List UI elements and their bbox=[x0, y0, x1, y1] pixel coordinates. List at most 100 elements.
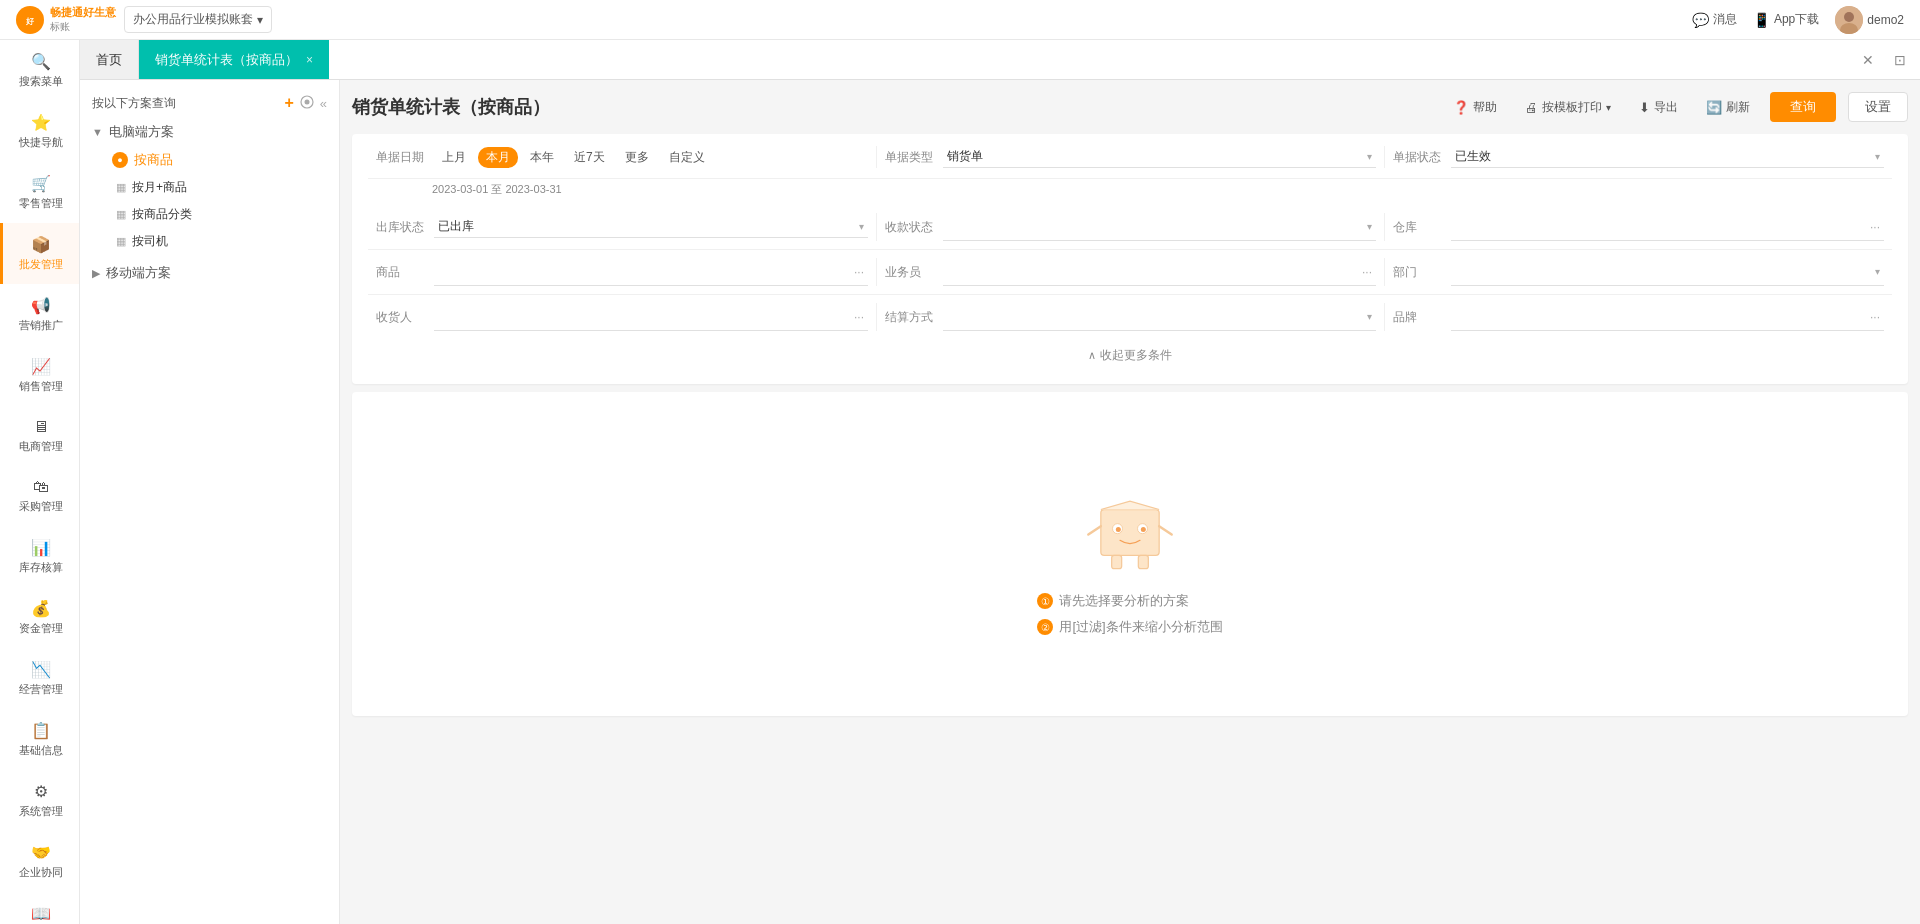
sidebar-item-quick-nav[interactable]: ⭐ 快捷导航 bbox=[0, 101, 79, 162]
sidebar-item-finance[interactable]: 💰 资金管理 bbox=[0, 587, 79, 648]
panel-header: 按以下方案查询 + « bbox=[80, 88, 339, 118]
staff-input[interactable]: ··· bbox=[943, 258, 1376, 286]
out-status-label: 出库状态 bbox=[376, 219, 428, 236]
window-maximize-button[interactable]: ⊡ bbox=[1888, 48, 1912, 72]
date-btn-this-month[interactable]: 本月 bbox=[478, 147, 518, 168]
basic-icon: 📋 bbox=[31, 721, 51, 740]
tree-item-by-driver[interactable]: ▦ 按司机 bbox=[80, 228, 339, 255]
logo-text: 畅捷通好生意 标账 bbox=[50, 5, 116, 34]
filter-brand: 品牌 ··· bbox=[1384, 303, 1892, 331]
warehouse-input[interactable]: ··· bbox=[1451, 213, 1884, 241]
app-selector[interactable]: 办公用品行业模拟账套 ▾ bbox=[124, 6, 272, 33]
doc-status-select[interactable]: 已生效 ▾ bbox=[1451, 146, 1884, 168]
page-actions: ❓ 帮助 🖨 按模板打印 ▾ ⬇ 导出 🔄 bbox=[1445, 92, 1908, 122]
svg-point-6 bbox=[304, 99, 309, 104]
add-scheme-button[interactable]: + bbox=[284, 94, 293, 112]
tab-bar-actions: ✕ ⊡ bbox=[1856, 40, 1920, 79]
query-button[interactable]: 查询 bbox=[1770, 92, 1836, 122]
sidebar-item-retail[interactable]: 🛒 零售管理 bbox=[0, 162, 79, 223]
right-section: 销货单统计表（按商品） ❓ 帮助 🖨 按模板打印 ▾ ⬇ bbox=[340, 80, 1920, 924]
warehouse-label: 仓库 bbox=[1393, 219, 1445, 236]
filter-staff: 业务员 ··· bbox=[876, 258, 1384, 286]
sub-icon-1: ▦ bbox=[116, 181, 126, 194]
export-button[interactable]: ⬇ 导出 bbox=[1631, 95, 1686, 120]
tree-item-by-goods[interactable]: ● 按商品 bbox=[80, 146, 339, 174]
date-btn-more[interactable]: 更多 bbox=[617, 147, 657, 168]
doc-type-value: 销货单 bbox=[947, 148, 983, 165]
sidebar-item-enterprise[interactable]: 🤝 企业协同 bbox=[0, 831, 79, 892]
sidebar-item-wholesale[interactable]: 📦 批发管理 bbox=[0, 223, 79, 284]
export-icon: ⬇ bbox=[1639, 100, 1650, 115]
sidebar-item-basic[interactable]: 📋 基础信息 bbox=[0, 709, 79, 770]
tree-item-by-category[interactable]: ▦ 按商品分类 bbox=[80, 201, 339, 228]
app-download-button[interactable]: 📱 App下载 bbox=[1753, 11, 1819, 28]
window-close-button[interactable]: ✕ bbox=[1856, 48, 1880, 72]
receiver-label: 收货人 bbox=[376, 309, 428, 326]
brand-label: 品牌 bbox=[1393, 309, 1445, 326]
sub-icon-3: ▦ bbox=[116, 235, 126, 248]
receiver-input[interactable]: ··· bbox=[434, 303, 868, 331]
doc-type-label: 单据类型 bbox=[885, 149, 937, 166]
filter-row-3: 商品 ··· 业务员 ··· 部门 bbox=[368, 250, 1892, 295]
dept-select[interactable]: ▾ bbox=[1451, 258, 1884, 286]
brand-input[interactable]: ··· bbox=[1451, 303, 1884, 331]
tree-group-desktop[interactable]: ▼ 电脑端方案 bbox=[80, 118, 339, 146]
sidebar-item-marketing[interactable]: 📢 营销推广 bbox=[0, 284, 79, 345]
filter-row-4: 收货人 ··· 结算方式 ▾ 品牌 bbox=[368, 295, 1892, 339]
wholesale-icon: 📦 bbox=[31, 235, 51, 254]
date-btn-this-year[interactable]: 本年 bbox=[522, 147, 562, 168]
sidebar-item-purchase[interactable]: 🛍 采购管理 bbox=[0, 466, 79, 526]
page-title: 销货单统计表（按商品） bbox=[352, 95, 550, 119]
marketing-icon: 📢 bbox=[31, 296, 51, 315]
download-icon: 📱 bbox=[1753, 12, 1770, 28]
user-avatar-area[interactable]: demo2 bbox=[1835, 6, 1904, 34]
doc-type-select[interactable]: 销货单 ▾ bbox=[943, 146, 1376, 168]
out-status-chevron-icon: ▾ bbox=[859, 221, 864, 232]
chevron-down-icon: ▼ bbox=[92, 126, 103, 138]
date-btn-7days[interactable]: 近7天 bbox=[566, 147, 613, 168]
tree-item-by-month-goods[interactable]: ▦ 按月+商品 bbox=[80, 174, 339, 201]
date-btn-custom[interactable]: 自定义 bbox=[661, 147, 713, 168]
tab-close-button[interactable]: × bbox=[306, 53, 313, 67]
staff-dots: ··· bbox=[1362, 265, 1372, 279]
setting-button[interactable]: 设置 bbox=[1848, 92, 1908, 122]
message-button[interactable]: 💬 消息 bbox=[1692, 11, 1737, 28]
filter-row-1: 单据日期 上月 本月 本年 近7天 更多 自定义 bbox=[368, 146, 1892, 179]
date-btn-last-month[interactable]: 上月 bbox=[434, 147, 474, 168]
top-bar-left: 好 畅捷通好生意 标账 办公用品行业模拟账套 ▾ bbox=[16, 5, 272, 34]
collect-status-select[interactable]: ▾ bbox=[943, 213, 1376, 241]
svg-point-10 bbox=[1116, 527, 1121, 532]
chevron-right-icon: ▶ bbox=[92, 267, 100, 280]
sidebar-item-ecommerce[interactable]: 🖥 电商管理 bbox=[0, 406, 79, 466]
goods-input[interactable]: ··· bbox=[434, 258, 868, 286]
tree-group-mobile[interactable]: ▶ 移动端方案 bbox=[80, 259, 339, 287]
main-area: 按以下方案查询 + « ▼ bbox=[80, 80, 1920, 924]
collapse-panel-button[interactable]: « bbox=[320, 96, 327, 111]
sidebar-item-operations[interactable]: 📉 经营管理 bbox=[0, 648, 79, 709]
out-status-select[interactable]: 已出库 ▾ bbox=[434, 216, 868, 238]
sidebar-item-guide[interactable]: 📖 新手引导 bbox=[0, 892, 79, 924]
panel-header-left: 按以下方案查询 bbox=[92, 95, 176, 112]
sidebar-item-search[interactable]: 🔍 搜索菜单 bbox=[0, 40, 79, 101]
filter-collect-status: 收款状态 ▾ bbox=[876, 213, 1384, 241]
tab-home[interactable]: 首页 bbox=[80, 40, 139, 79]
sidebar: 🔍 搜索菜单 ⭐ 快捷导航 🛒 零售管理 📦 批发管理 📢 营销推广 📈 销售管… bbox=[0, 40, 80, 924]
out-status-value: 已出库 bbox=[438, 218, 474, 235]
svg-point-11 bbox=[1141, 527, 1146, 532]
refresh-button[interactable]: 🔄 刷新 bbox=[1698, 95, 1758, 120]
sidebar-item-system[interactable]: ⚙ 系统管理 bbox=[0, 770, 79, 831]
hint-num-1: ① bbox=[1037, 593, 1053, 609]
help-button[interactable]: ❓ 帮助 bbox=[1445, 95, 1505, 120]
payment-select[interactable]: ▾ bbox=[943, 303, 1376, 331]
svg-point-3 bbox=[1844, 12, 1854, 22]
sidebar-item-sales[interactable]: 📈 销售管理 bbox=[0, 345, 79, 406]
sidebar-item-inventory[interactable]: 📊 库存核算 bbox=[0, 526, 79, 587]
collapse-button[interactable]: ∧ 收起更多条件 bbox=[368, 339, 1892, 372]
main-layout: 🔍 搜索菜单 ⭐ 快捷导航 🛒 零售管理 📦 批发管理 📢 营销推广 📈 销售管… bbox=[0, 40, 1920, 924]
print-button[interactable]: 🖨 按模板打印 ▾ bbox=[1517, 95, 1619, 120]
edit-scheme-button[interactable] bbox=[300, 95, 314, 112]
doc-status-chevron-icon: ▾ bbox=[1875, 151, 1880, 162]
payment-chevron-icon: ▾ bbox=[1367, 311, 1372, 322]
tab-active[interactable]: 销货单统计表（按商品） × bbox=[139, 40, 329, 79]
filter-receiver: 收货人 ··· bbox=[368, 303, 876, 331]
